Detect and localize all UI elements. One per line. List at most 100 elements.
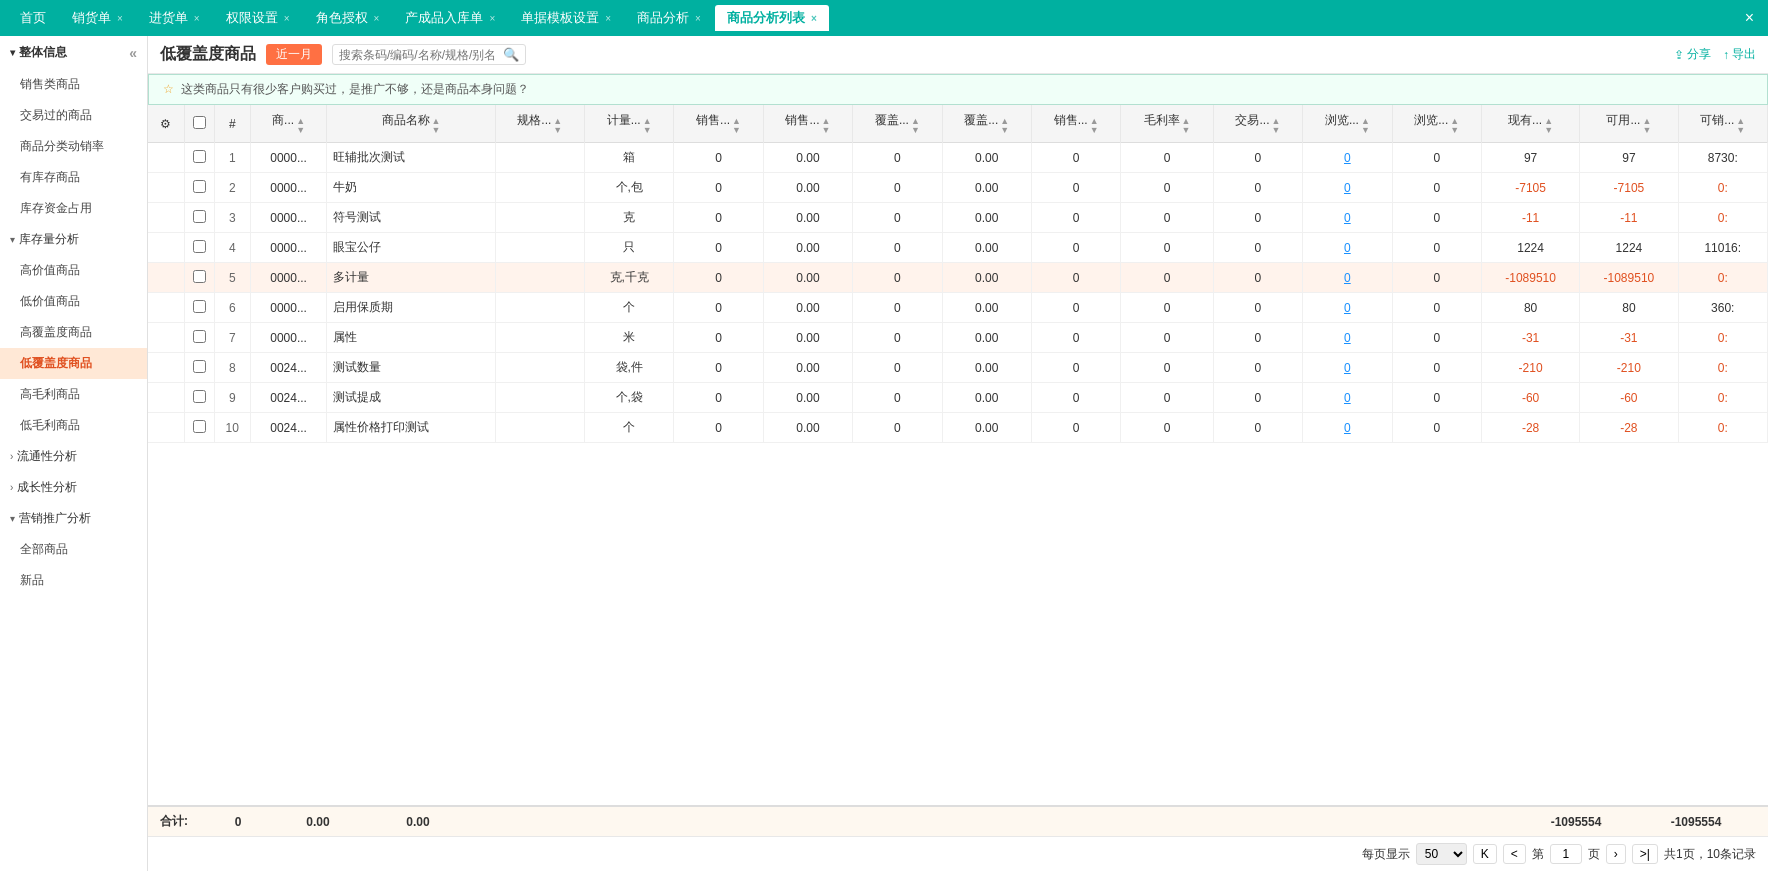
td-check[interactable] (184, 353, 214, 383)
sidebar-item-traded-goods[interactable]: 交易过的商品 (0, 100, 147, 131)
sidebar-chengzhang-header[interactable]: › 成长性分析 (0, 472, 147, 503)
nav-template-settings[interactable]: 单据模板设置 × (509, 5, 623, 31)
last-page-button[interactable]: >| (1632, 844, 1658, 864)
th-trade[interactable]: 交易...▲▼ (1213, 105, 1302, 143)
row-checkbox[interactable] (193, 300, 206, 313)
nav-product-inbound[interactable]: 产成品入库单 × (393, 5, 507, 31)
th-gross-rate[interactable]: 毛利率▲▼ (1121, 105, 1213, 143)
th-current-stock[interactable]: 现有...▲▼ (1481, 105, 1579, 143)
td-check[interactable] (184, 173, 214, 203)
row-checkbox[interactable] (193, 420, 206, 433)
sidebar-item-high-value[interactable]: 高价值商品 (0, 255, 147, 286)
nav-close-product-inbound[interactable]: × (489, 13, 495, 24)
row-checkbox[interactable] (193, 210, 206, 223)
nav-close-permissions[interactable]: × (284, 13, 290, 24)
td-check[interactable] (184, 413, 214, 443)
nav-close-purchase-order[interactable]: × (194, 13, 200, 24)
sidebar-item-in-stock-goods[interactable]: 有库存商品 (0, 162, 147, 193)
td-browse-a[interactable]: 0 (1303, 293, 1392, 323)
search-input[interactable] (339, 48, 499, 62)
td-browse-a[interactable]: 0 (1303, 263, 1392, 293)
nav-home[interactable]: 首页 (8, 5, 58, 31)
row-checkbox[interactable] (193, 270, 206, 283)
td-browse-a[interactable]: 0 (1303, 413, 1392, 443)
check-all-checkbox[interactable] (193, 116, 206, 129)
sidebar-item-high-coverage[interactable]: 高覆盖度商品 (0, 317, 147, 348)
th-cover-b[interactable]: 覆盖...▲▼ (942, 105, 1031, 143)
sidebar-kucun-header[interactable]: ▾ 库存量分析 (0, 224, 147, 255)
th-browse-b[interactable]: 浏览...▲▼ (1392, 105, 1481, 143)
td-browse-a[interactable]: 0 (1303, 173, 1392, 203)
sidebar-item-high-gross[interactable]: 高毛利商品 (0, 379, 147, 410)
sidebar-item-category-sales-rate[interactable]: 商品分类动销率 (0, 131, 147, 162)
nav-close-template-settings[interactable]: × (605, 13, 611, 24)
th-name[interactable]: 商品名称▲▼ (327, 105, 495, 143)
sidebar-item-new-goods[interactable]: 新品 (0, 565, 147, 596)
page-number-input[interactable] (1550, 844, 1582, 864)
row-checkbox[interactable] (193, 360, 206, 373)
row-checkbox[interactable] (193, 150, 206, 163)
search-icon[interactable]: 🔍 (503, 47, 519, 62)
nav-role-auth[interactable]: 角色授权 × (304, 5, 392, 31)
th-check-all[interactable] (184, 105, 214, 143)
row-checkbox[interactable] (193, 330, 206, 343)
settings-icon[interactable]: ⚙ (160, 117, 171, 131)
td-check[interactable] (184, 233, 214, 263)
per-page-select[interactable]: 50 20 100 200 (1416, 843, 1467, 865)
th-sales-c[interactable]: 销售...▲▼ (1031, 105, 1120, 143)
sidebar-item-all-goods[interactable]: 全部商品 (0, 534, 147, 565)
th-sales-qty[interactable]: 销售...▲▼ (674, 105, 763, 143)
nav-close-role-auth[interactable]: × (374, 13, 380, 24)
sidebar-item-sales-goods[interactable]: 销售类商品 (0, 69, 147, 100)
share-button[interactable]: ⇪ 分享 (1674, 46, 1711, 63)
nav-product-analysis-list[interactable]: 商品分析列表 × (715, 5, 829, 31)
th-browse-a[interactable]: 浏览...▲▼ (1303, 105, 1392, 143)
row-checkbox[interactable] (193, 180, 206, 193)
td-sales-qty: 0 (674, 353, 763, 383)
export-button[interactable]: ↑ 导出 (1723, 46, 1756, 63)
next-page-button[interactable]: › (1606, 844, 1626, 864)
table-container[interactable]: ⚙ # 商...▲▼ 商品名称▲▼ 规格...▲▼ 计量...▲▼ 销售...▲… (148, 105, 1768, 805)
nav-product-analysis[interactable]: 商品分析 × (625, 5, 713, 31)
th-cover-a[interactable]: 覆盖...▲▼ (853, 105, 942, 143)
td-check[interactable] (184, 323, 214, 353)
th-avail-stock[interactable]: 可用...▲▼ (1580, 105, 1678, 143)
sidebar-whole-info-header[interactable]: ▾ 整体信息 « (0, 36, 147, 69)
sidebar-liutong-header[interactable]: › 流通性分析 (0, 441, 147, 472)
sidebar-yingxiao-header[interactable]: ▾ 营销推广分析 (0, 503, 147, 534)
th-unit[interactable]: 计量...▲▼ (584, 105, 673, 143)
sidebar-item-inventory-capital[interactable]: 库存资金占用 (0, 193, 147, 224)
td-check[interactable] (184, 383, 214, 413)
sidebar-item-low-coverage[interactable]: 低覆盖度商品 (0, 348, 147, 379)
th-code[interactable]: 商...▲▼ (250, 105, 327, 143)
close-all-tabs[interactable]: × (1739, 7, 1760, 29)
row-checkbox[interactable] (193, 240, 206, 253)
sidebar-item-low-gross[interactable]: 低毛利商品 (0, 410, 147, 441)
th-sales-amt[interactable]: 销售...▲▼ (763, 105, 852, 143)
td-check[interactable] (184, 263, 214, 293)
td-browse-a[interactable]: 0 (1303, 383, 1392, 413)
nav-permissions[interactable]: 权限设置 × (214, 5, 302, 31)
td-check[interactable] (184, 143, 214, 173)
sidebar-collapse-btn[interactable]: « (129, 45, 137, 61)
row-checkbox[interactable] (193, 390, 206, 403)
td-browse-a[interactable]: 0 (1303, 233, 1392, 263)
td-browse-a[interactable]: 0 (1303, 143, 1392, 173)
nav-close-product-analysis[interactable]: × (695, 13, 701, 24)
prev-page-button[interactable]: < (1503, 844, 1526, 864)
td-check[interactable] (184, 293, 214, 323)
first-page-button[interactable]: K (1473, 844, 1497, 864)
th-sellable[interactable]: 可销...▲▼ (1678, 105, 1767, 143)
td-browse-a[interactable]: 0 (1303, 203, 1392, 233)
time-filter-button[interactable]: 近一月 (266, 44, 322, 65)
sidebar-item-low-value[interactable]: 低价值商品 (0, 286, 147, 317)
th-settings[interactable]: ⚙ (148, 105, 184, 143)
td-browse-a[interactable]: 0 (1303, 323, 1392, 353)
nav-close-sales-order[interactable]: × (117, 13, 123, 24)
th-spec[interactable]: 规格...▲▼ (495, 105, 584, 143)
td-browse-a[interactable]: 0 (1303, 353, 1392, 383)
nav-close-product-analysis-list[interactable]: × (811, 13, 817, 24)
td-check[interactable] (184, 203, 214, 233)
nav-sales-order[interactable]: 销货单 × (60, 5, 135, 31)
nav-purchase-order[interactable]: 进货单 × (137, 5, 212, 31)
